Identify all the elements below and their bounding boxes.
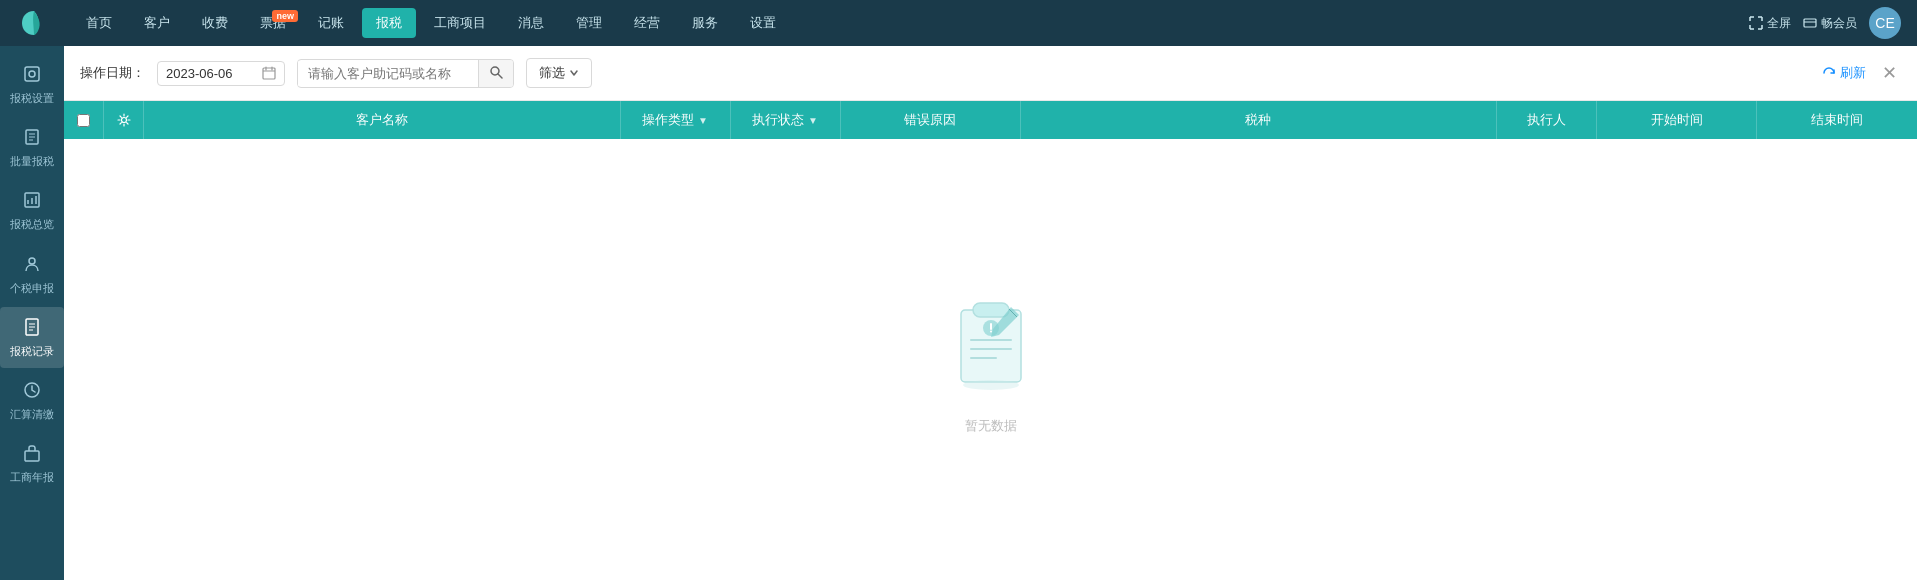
- nav-items: 首页 客户 收费 票据 new 记账 报税 工商项目 消息 管理 经营 服务 设…: [72, 8, 1749, 38]
- nav-business[interactable]: 工商项目: [420, 8, 500, 38]
- svg-rect-9: [263, 68, 275, 79]
- settlement-icon: [22, 380, 42, 405]
- fullscreen-icon: [1749, 16, 1763, 30]
- vip-icon: [1803, 16, 1817, 30]
- batch-tax-icon: [22, 127, 42, 152]
- svg-rect-1: [25, 67, 39, 81]
- nav-operation[interactable]: 经营: [620, 8, 674, 38]
- date-input[interactable]: [166, 66, 256, 81]
- th-settings[interactable]: [104, 101, 144, 139]
- th-exec-status[interactable]: 执行状态 ▼: [731, 101, 841, 139]
- th-op-type[interactable]: 操作类型 ▼: [621, 101, 731, 139]
- nav-home[interactable]: 首页: [72, 8, 126, 38]
- main-layout: 报税设置 批量报税 报税总览: [0, 46, 1917, 580]
- search-icon: [489, 65, 503, 79]
- empty-state: 暂无数据: [64, 139, 1917, 580]
- sidebar-label-tax-record: 报税记录: [10, 345, 54, 358]
- avatar[interactable]: CE: [1869, 7, 1901, 39]
- svg-point-2: [29, 71, 35, 77]
- sidebar-item-tax-settings[interactable]: 报税设置: [0, 54, 64, 115]
- date-label: 操作日期：: [80, 64, 145, 82]
- sidebar-label-settlement: 汇算清缴: [10, 408, 54, 421]
- content-area: 操作日期： 筛选: [64, 46, 1917, 580]
- sidebar-item-personal-tax[interactable]: 个税申报: [0, 244, 64, 305]
- nav-collection[interactable]: 收费: [188, 8, 242, 38]
- date-input-wrap[interactable]: [157, 61, 285, 86]
- th-start-time: 开始时间: [1597, 101, 1757, 139]
- nav-tax[interactable]: 报税: [362, 8, 416, 38]
- vip-label: 畅会员: [1821, 15, 1857, 32]
- app-logo[interactable]: [16, 5, 52, 41]
- search-button[interactable]: [478, 60, 513, 87]
- th-end-time: 结束时间: [1757, 101, 1917, 139]
- nav-manage[interactable]: 管理: [562, 8, 616, 38]
- sidebar-item-annual-report[interactable]: 工商年报: [0, 433, 64, 494]
- refresh-icon: [1822, 66, 1836, 80]
- table-header: 客户名称 操作类型 ▼ 执行状态 ▼ 错误原因 税种 执行人 开始时间 结束时间: [64, 101, 1917, 139]
- sidebar: 报税设置 批量报税 报税总览: [0, 46, 64, 580]
- fullscreen-button[interactable]: 全屏: [1749, 15, 1791, 32]
- top-right-controls: 全屏 畅会员 CE: [1749, 7, 1901, 39]
- column-settings-icon: [117, 113, 131, 127]
- svg-point-18: [990, 330, 992, 332]
- svg-rect-13: [973, 303, 1009, 317]
- sidebar-label-tax-settings: 报税设置: [10, 92, 54, 105]
- svg-rect-0: [1804, 19, 1816, 27]
- nav-message[interactable]: 消息: [504, 8, 558, 38]
- svg-rect-8: [25, 451, 39, 461]
- close-button[interactable]: ✕: [1878, 62, 1901, 84]
- vip-button[interactable]: 畅会员: [1803, 15, 1857, 32]
- top-navigation: 首页 客户 收费 票据 new 记账 报税 工商项目 消息 管理 经营 服务 设…: [0, 0, 1917, 46]
- th-checkbox[interactable]: [64, 101, 104, 139]
- tax-settings-icon: [22, 64, 42, 89]
- search-input[interactable]: [298, 61, 478, 86]
- svg-point-11: [121, 118, 126, 123]
- sidebar-label-tax-summary: 报税总览: [10, 218, 54, 231]
- th-executor: 执行人: [1497, 101, 1597, 139]
- sidebar-label-personal-tax: 个税申报: [10, 282, 54, 295]
- th-error-reason: 错误原因: [841, 101, 1021, 139]
- sidebar-item-batch-tax[interactable]: 批量报税: [0, 117, 64, 178]
- sidebar-label-batch-tax: 批量报税: [10, 155, 54, 168]
- personal-tax-icon: [22, 254, 42, 279]
- fullscreen-label: 全屏: [1767, 15, 1791, 32]
- nav-bookkeeping[interactable]: 记账: [304, 8, 358, 38]
- new-badge: new: [272, 10, 298, 22]
- th-tax-type: 税种: [1021, 101, 1498, 139]
- empty-text: 暂无数据: [965, 417, 1017, 435]
- tax-summary-icon: [22, 190, 42, 215]
- empty-illustration: [931, 285, 1051, 405]
- table-container: 客户名称 操作类型 ▼ 执行状态 ▼ 错误原因 税种 执行人 开始时间 结束时间: [64, 101, 1917, 580]
- search-wrap: [297, 59, 514, 88]
- nav-settings[interactable]: 设置: [736, 8, 790, 38]
- annual-report-icon: [22, 443, 42, 468]
- sort-icon-exec-status: ▼: [808, 115, 818, 126]
- sidebar-item-settlement[interactable]: 汇算清缴: [0, 370, 64, 431]
- svg-point-5: [29, 258, 35, 264]
- chevron-down-icon: [569, 68, 579, 78]
- sidebar-item-tax-summary[interactable]: 报税总览: [0, 180, 64, 241]
- calendar-icon: [262, 66, 276, 80]
- select-all-checkbox[interactable]: [77, 114, 90, 127]
- tax-record-icon: [22, 317, 42, 342]
- nav-client[interactable]: 客户: [130, 8, 184, 38]
- svg-point-19: [963, 380, 1019, 390]
- sort-icon-op-type: ▼: [698, 115, 708, 126]
- filter-button[interactable]: 筛选: [526, 58, 592, 88]
- nav-invoice[interactable]: 票据 new: [246, 8, 300, 38]
- refresh-label: 刷新: [1840, 64, 1866, 82]
- sidebar-item-tax-record[interactable]: 报税记录: [0, 307, 64, 368]
- nav-service[interactable]: 服务: [678, 8, 732, 38]
- filter-label: 筛选: [539, 64, 565, 82]
- th-client-name: 客户名称: [144, 101, 621, 139]
- sidebar-label-annual-report: 工商年报: [10, 471, 54, 484]
- toolbar: 操作日期： 筛选: [64, 46, 1917, 101]
- refresh-button[interactable]: 刷新: [1822, 64, 1866, 82]
